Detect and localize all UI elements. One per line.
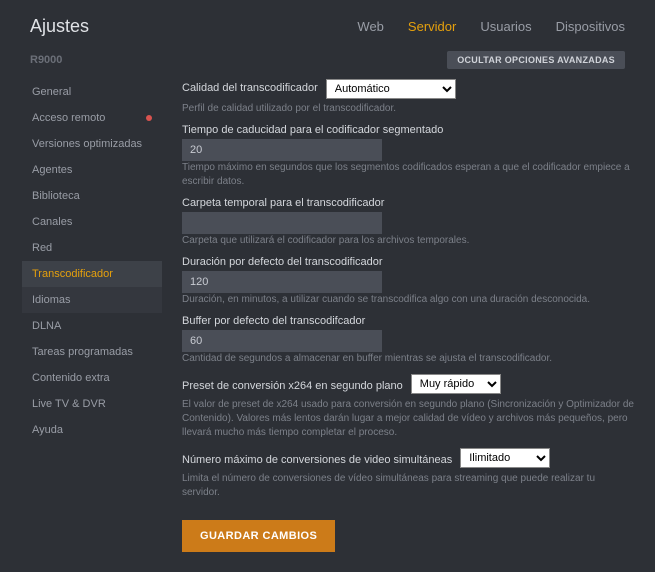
sidebar-item-label: Acceso remoto [32, 112, 105, 124]
sidebar-item-label: Contenido extra [32, 372, 110, 384]
seg-timeout-label: Tiempo de caducidad para el codificador … [182, 124, 635, 136]
sidebar-item-acceso-remoto[interactable]: Acceso remoto [22, 105, 162, 131]
sidebar-item-idiomas[interactable]: Idiomas [22, 287, 162, 313]
buffer-input[interactable] [182, 330, 382, 352]
temp-dir-input[interactable] [182, 212, 382, 234]
sidebar-item-label: Transcodificador [32, 268, 113, 280]
max-conversions-select[interactable]: Ilimitado [460, 448, 550, 468]
sidebar-item-tareas-programadas[interactable]: Tareas programadas [22, 339, 162, 365]
tab-usuarios[interactable]: Usuarios [480, 19, 531, 34]
sidebar-item-label: Live TV & DVR [32, 398, 106, 410]
sidebar-item-versiones-optimizadas[interactable]: Versiones optimizadas [22, 131, 162, 157]
quality-label: Calidad del transcodificador [182, 82, 318, 94]
save-button[interactable]: GUARDAR CAMBIOS [182, 520, 335, 552]
sidebar-item-contenido-extra[interactable]: Contenido extra [22, 365, 162, 391]
sidebar-item-label: Tareas programadas [32, 346, 133, 358]
sidebar-item-transcodificador[interactable]: Transcodificador [22, 261, 162, 287]
x264-preset-hint: El valor de preset de x264 usado para co… [182, 398, 635, 440]
sidebar-item-live-tv-dvr[interactable]: Live TV & DVR [22, 391, 162, 417]
sidebar-item-label: Agentes [32, 164, 72, 176]
sidebar-item-label: Canales [32, 216, 72, 228]
warning-icon [146, 115, 152, 121]
buffer-hint: Cantidad de segundos a almacenar en buff… [182, 352, 635, 366]
tab-servidor[interactable]: Servidor [408, 19, 456, 34]
sidebar-item-label: Ayuda [32, 424, 63, 436]
temp-dir-hint: Carpeta que utilizará el codificador par… [182, 234, 635, 248]
sidebar: General Acceso remoto Versiones optimiza… [22, 79, 162, 572]
nav-tabs: Web Servidor Usuarios Dispositivos [357, 19, 625, 34]
seg-timeout-hint: Tiempo máximo en segundos que los segmen… [182, 161, 635, 189]
toggle-advanced-button[interactable]: OCULTAR OPCIONES AVANZADAS [447, 51, 625, 69]
seg-timeout-input[interactable] [182, 139, 382, 161]
settings-form: Calidad del transcodificador Automático … [162, 79, 655, 572]
sidebar-item-label: Versiones optimizadas [32, 138, 142, 150]
buffer-label: Buffer por defecto del transcodifcador [182, 315, 635, 327]
sidebar-item-label: DLNA [32, 320, 61, 332]
sidebar-item-biblioteca[interactable]: Biblioteca [22, 183, 162, 209]
max-conversions-hint: Limita el número de conversiones de víde… [182, 472, 635, 500]
temp-dir-label: Carpeta temporal para el transcodificado… [182, 197, 635, 209]
sidebar-item-label: General [32, 86, 71, 98]
default-duration-hint: Duración, en minutos, a utilizar cuando … [182, 293, 635, 307]
sidebar-item-dlna[interactable]: DLNA [22, 313, 162, 339]
quality-select[interactable]: Automático [326, 79, 456, 99]
sidebar-item-canales[interactable]: Canales [22, 209, 162, 235]
sidebar-item-label: Biblioteca [32, 190, 80, 202]
sidebar-item-red[interactable]: Red [22, 235, 162, 261]
default-duration-label: Duración por defecto del transcodificado… [182, 256, 635, 268]
default-duration-input[interactable] [182, 271, 382, 293]
sidebar-item-agentes[interactable]: Agentes [22, 157, 162, 183]
max-conversions-label: Número máximo de conversiones de video s… [182, 454, 452, 466]
page-title: Ajustes [30, 16, 89, 37]
sidebar-item-general[interactable]: General [22, 79, 162, 105]
tab-web[interactable]: Web [357, 19, 384, 34]
x264-preset-label: Preset de conversión x264 en segundo pla… [182, 380, 403, 392]
sidebar-item-ayuda[interactable]: Ayuda [22, 417, 162, 443]
sidebar-item-label: Red [32, 242, 52, 254]
tab-dispositivos[interactable]: Dispositivos [556, 19, 625, 34]
quality-hint: Perfil de calidad utilizado por el trans… [182, 102, 635, 116]
server-name: R9000 [30, 54, 62, 66]
sidebar-item-label: Idiomas [32, 294, 71, 306]
x264-preset-select[interactable]: Muy rápido [411, 374, 501, 394]
